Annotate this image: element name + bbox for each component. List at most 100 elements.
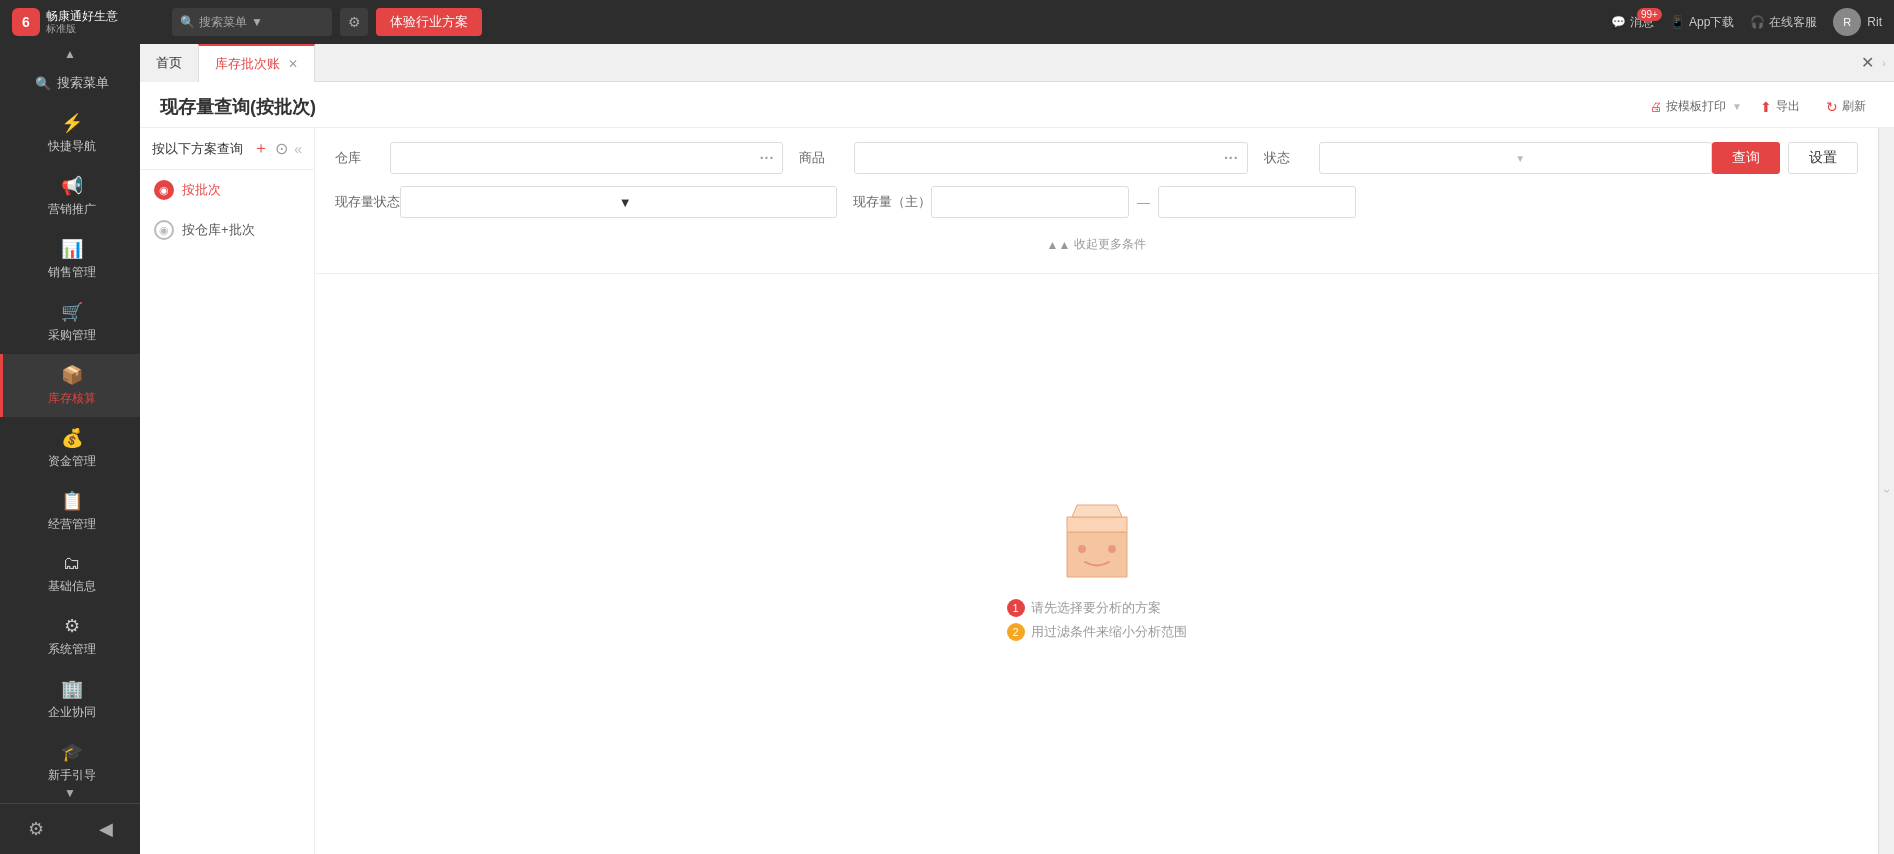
finance-icon: 💰 xyxy=(61,427,83,449)
online-service-button[interactable]: 🎧 在线客服 xyxy=(1750,14,1817,31)
empty-illustration xyxy=(1037,487,1157,587)
filter-panel: 按以下方案查询 ＋ ⊙ « ◉ 按批次 ◉ 按仓库+批次 xyxy=(140,128,315,854)
inventory-qty-label: 现存量（主） xyxy=(853,193,931,211)
tab-bar-right: ✕ › xyxy=(1853,53,1894,72)
logo-text: 畅康通好生意 标准版 xyxy=(46,9,118,35)
filter-main: 按以下方案查询 ＋ ⊙ « ◉ 按批次 ◉ 按仓库+批次 xyxy=(140,128,1894,854)
message-icon: 💬 xyxy=(1611,15,1626,29)
sales-icon: 📊 xyxy=(61,238,83,260)
export-button[interactable]: ⬆ 导出 xyxy=(1752,94,1808,119)
filter-row-2: 现存量状态 ▼ 现存量（主） — xyxy=(335,186,1858,218)
marketing-icon: 📢 xyxy=(61,175,83,197)
svg-marker-4 xyxy=(1072,505,1122,517)
online-service-label: 在线客服 xyxy=(1769,14,1817,31)
user-area[interactable]: R Rit xyxy=(1833,8,1882,36)
warehouse-batch-scheme-label: 按仓库+批次 xyxy=(182,221,255,239)
tab-home[interactable]: 首页 xyxy=(140,44,198,82)
sidebar-finance-label: 资金管理 xyxy=(48,453,96,470)
sidebar-collapse-button[interactable]: ◀ xyxy=(95,814,117,844)
status-dropdown[interactable]: ▼ xyxy=(1319,142,1712,174)
headset-icon: 🎧 xyxy=(1750,15,1765,29)
sidebar-item-basics[interactable]: 🗂 基础信息 xyxy=(0,543,140,605)
search-text: 搜索菜单 xyxy=(199,14,247,31)
batch-scheme-label: 按批次 xyxy=(182,181,221,199)
tab-right-arrow[interactable]: › xyxy=(1882,57,1886,69)
printer-icon: 🖨 xyxy=(1650,100,1662,114)
quicknav-icon: ⚡ xyxy=(61,112,83,134)
sidebar-scroll-down[interactable]: ▼ xyxy=(0,783,140,803)
warehouse-input[interactable] xyxy=(391,143,752,173)
empty-state: 1 请先选择要分析的方案 2 用过滤条件来缩小分析范围 xyxy=(315,274,1878,854)
status-filter-group: 状态 ▼ xyxy=(1264,142,1712,174)
sidebar-item-purchase[interactable]: 🛒 采购管理 xyxy=(0,291,140,354)
sidebar-item-quicknav[interactable]: ⚡ 快捷导航 xyxy=(0,102,140,165)
warehouse-dots-icon[interactable]: ··· xyxy=(752,150,783,166)
basics-icon: 🗂 xyxy=(63,553,81,574)
inventory-qty-max[interactable] xyxy=(1158,186,1356,218)
sidebar-item-newguide[interactable]: 🎓 新手引导 xyxy=(0,731,140,783)
dropdown-icon: ▼ xyxy=(251,15,263,29)
search-filters: 仓库 ··· 商品 ··· xyxy=(315,128,1878,274)
sidebar-scroll-up[interactable]: ▲ xyxy=(0,44,140,64)
query-button[interactable]: 查询 xyxy=(1712,142,1780,174)
inventory-qty-min[interactable] xyxy=(931,186,1129,218)
filter-scheme-warehouse-batch[interactable]: ◉ 按仓库+批次 xyxy=(140,210,314,250)
empty-text-area: 1 请先选择要分析的方案 2 用过滤条件来缩小分析范围 xyxy=(1007,599,1187,641)
tab-close-button[interactable]: ✕ xyxy=(1853,53,1882,72)
filter-scheme-batch[interactable]: ◉ 按批次 xyxy=(140,170,314,210)
product-input[interactable] xyxy=(855,143,1216,173)
logo-area: 6 畅康通好生意 标准版 xyxy=(12,8,152,36)
messages-button[interactable]: 💬 消息 99+ xyxy=(1611,14,1654,31)
content-area: 首页 库存批次账 ✕ ✕ › 现存量查询(按批次) 🖨 按模板打印 ▼ xyxy=(140,44,1894,854)
export-icon: ⬆ xyxy=(1760,99,1772,115)
message-badge: 99+ xyxy=(1637,8,1662,21)
page-content: 现存量查询(按批次) 🖨 按模板打印 ▼ ⬆ 导出 ↻ 刷新 xyxy=(140,82,1894,854)
scheme-settings-icon[interactable]: ⊙ xyxy=(275,139,288,158)
collapse-filter-button[interactable]: ▲▲ 收起更多条件 xyxy=(335,230,1858,259)
svg-point-6 xyxy=(1108,545,1116,553)
add-scheme-button[interactable]: ＋ xyxy=(253,138,269,159)
sidebar-item-search[interactable]: 🔍 搜索菜单 xyxy=(0,64,140,102)
svg-marker-0 xyxy=(1067,532,1127,577)
inventory-status-group: 现存量状态 ▼ xyxy=(335,186,837,218)
sidebar-settings-button[interactable]: ⚙ xyxy=(24,814,48,844)
empty-box-svg xyxy=(1037,487,1157,587)
filter-panel-actions: ＋ ⊙ « xyxy=(253,138,302,159)
sidebar-item-finance[interactable]: 💰 资金管理 xyxy=(0,417,140,480)
inventory-status-select[interactable]: ▼ xyxy=(400,186,837,218)
sidebar-item-marketing[interactable]: 📢 营销推广 xyxy=(0,165,140,228)
page-actions: 🖨 按模板打印 ▼ ⬆ 导出 ↻ 刷新 xyxy=(1650,94,1874,119)
refresh-button[interactable]: ↻ 刷新 xyxy=(1818,94,1874,119)
app-download-button[interactable]: 📱 App下载 xyxy=(1670,14,1734,31)
trial-button[interactable]: 体验行业方案 xyxy=(376,8,482,36)
phone-icon: 📱 xyxy=(1670,15,1685,29)
product-dots-icon[interactable]: ··· xyxy=(1216,150,1247,166)
right-panel-toggle[interactable]: › xyxy=(1878,128,1894,854)
purchase-icon: 🛒 xyxy=(61,301,83,323)
sidebar-item-enterprise[interactable]: 🏢 企业协同 xyxy=(0,668,140,731)
tab-inventory-batch[interactable]: 库存批次账 ✕ xyxy=(198,44,315,82)
print-dropdown-icon: ▼ xyxy=(1732,101,1742,112)
panel-collapse-icon[interactable]: « xyxy=(294,141,302,157)
export-label: 导出 xyxy=(1776,98,1800,115)
settings-button[interactable]: 设置 xyxy=(1788,142,1858,174)
filter-row-1: 仓库 ··· 商品 ··· xyxy=(335,142,1858,174)
tab-bar: 首页 库存批次账 ✕ ✕ › xyxy=(140,44,1894,82)
filter-panel-header: 按以下方案查询 ＋ ⊙ « xyxy=(140,128,314,170)
sidebar: ▲ 🔍 搜索菜单 ⚡ 快捷导航 📢 营销推广 📊 销售管理 🛒 采购管理 xyxy=(0,44,140,854)
header-gear-button[interactable]: ⚙ xyxy=(340,8,368,36)
header-search-bar[interactable]: 🔍 搜索菜单 ▼ xyxy=(172,8,332,36)
sidebar-item-system[interactable]: ⚙ 系统管理 xyxy=(0,605,140,668)
collapse-chevron-icon: ▲▲ xyxy=(1047,238,1071,252)
refresh-label: 刷新 xyxy=(1842,98,1866,115)
print-button[interactable]: 🖨 按模板打印 ▼ xyxy=(1650,98,1742,115)
refresh-icon: ↻ xyxy=(1826,99,1838,115)
inventory-status-arrow: ▼ xyxy=(619,195,829,210)
tab-close-icon[interactable]: ✕ xyxy=(288,57,298,71)
sidebar-item-sales[interactable]: 📊 销售管理 xyxy=(0,228,140,291)
sidebar-item-operation[interactable]: 📋 经营管理 xyxy=(0,480,140,543)
warehouse-batch-scheme-icon: ◉ xyxy=(154,220,174,240)
collapse-filter-label: 收起更多条件 xyxy=(1074,236,1146,253)
sidebar-item-inventory[interactable]: 📦 库存核算 xyxy=(0,354,140,417)
search-label: 🔍 xyxy=(180,15,195,29)
